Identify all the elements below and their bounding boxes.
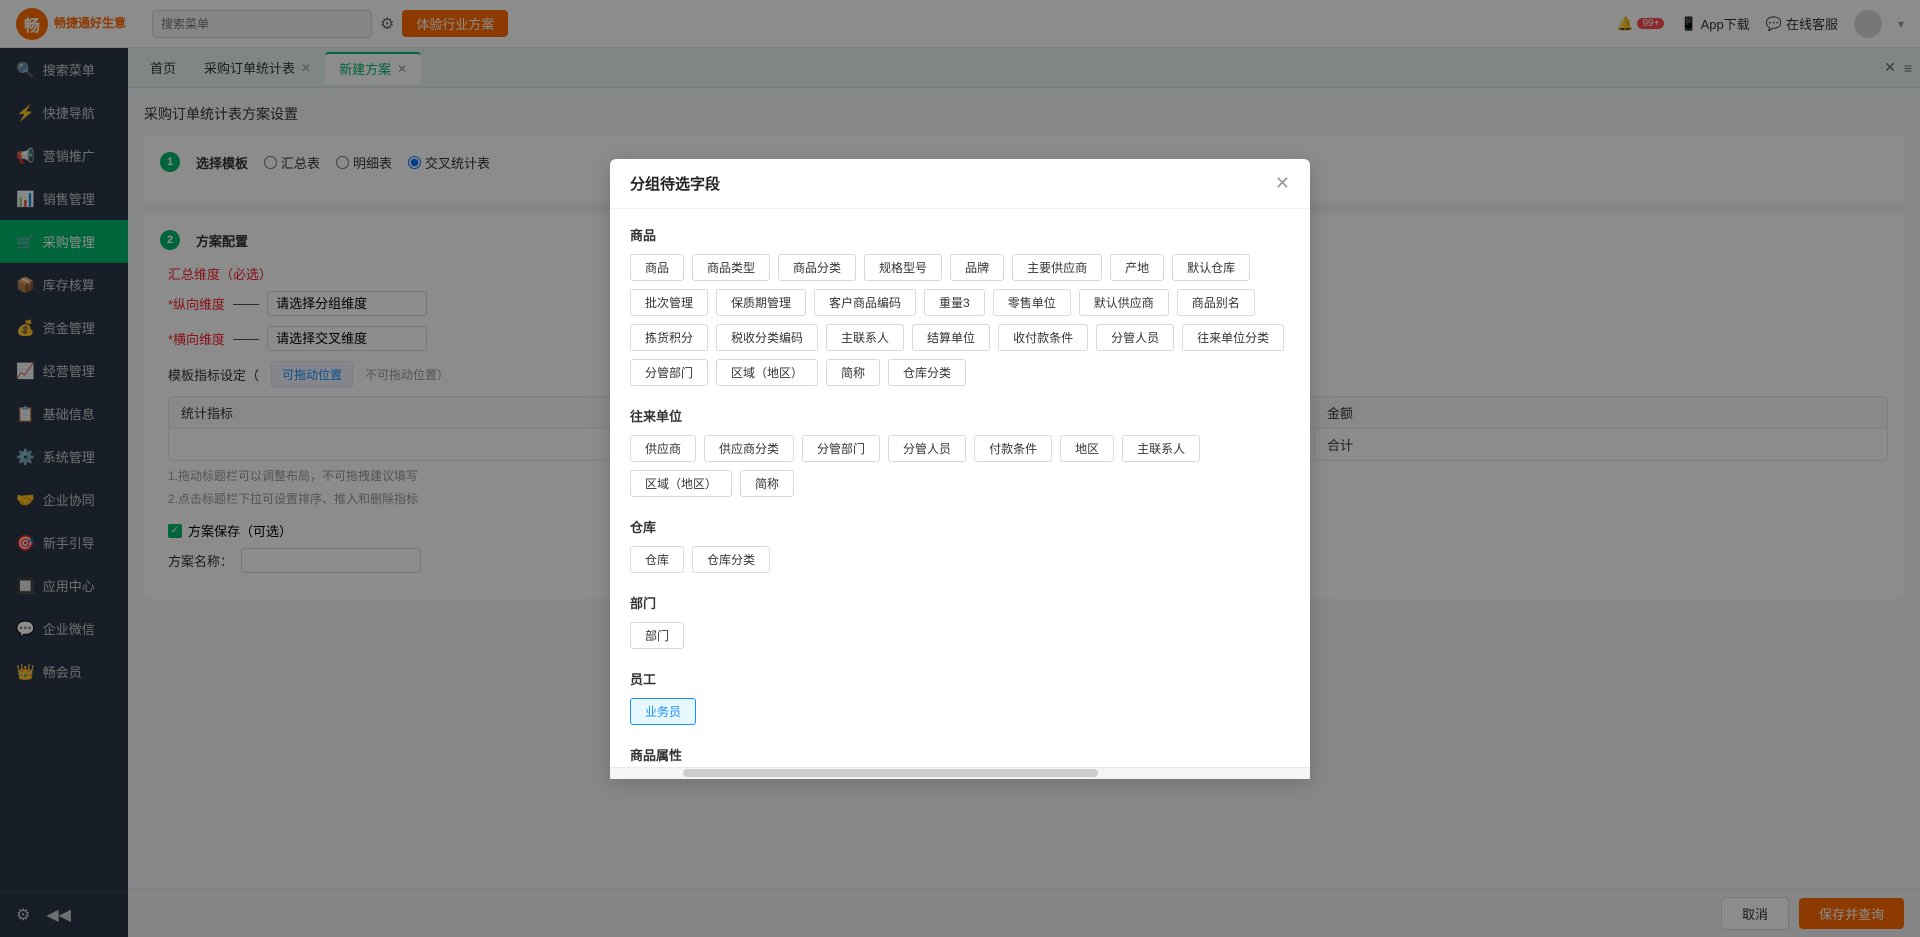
field-tag-0-1[interactable]: 商品类型 — [692, 254, 770, 281]
modal-body: 商品商品商品类型商品分类规格型号品牌主要供应商产地默认仓库批次管理保质期管理客户… — [610, 209, 1310, 767]
field-tag-0-17[interactable]: 主联系人 — [826, 324, 904, 351]
field-tag-0-21[interactable]: 往来单位分类 — [1182, 324, 1284, 351]
field-section-title-2: 仓库 — [630, 517, 1290, 536]
field-section-title-3: 部门 — [630, 593, 1290, 612]
field-section-4: 员工业务员 — [630, 669, 1290, 725]
field-section-2: 仓库仓库仓库分类 — [630, 517, 1290, 573]
field-tag-0-0[interactable]: 商品 — [630, 254, 684, 281]
field-tags-2: 仓库仓库分类 — [630, 546, 1290, 573]
field-tag-1-6[interactable]: 主联系人 — [1122, 435, 1200, 462]
field-tags-3: 部门 — [630, 622, 1290, 649]
field-tags-4: 业务员 — [630, 698, 1290, 725]
field-section-title-5: 商品属性 — [630, 745, 1290, 764]
field-section-title-0: 商品 — [630, 225, 1290, 244]
field-tag-4-0[interactable]: 业务员 — [630, 698, 696, 725]
field-tag-1-7[interactable]: 区域（地区） — [630, 470, 732, 497]
field-tag-1-3[interactable]: 分管人员 — [888, 435, 966, 462]
field-tags-1: 供应商供应商分类分管部门分管人员付款条件地区主联系人区域（地区） 简称 — [630, 435, 1290, 497]
field-tag-0-15[interactable]: 拣货积分 — [630, 324, 708, 351]
field-tag-0-7[interactable]: 默认仓库 — [1172, 254, 1250, 281]
field-tag-0-18[interactable]: 结算单位 — [912, 324, 990, 351]
field-tag-0-4[interactable]: 品牌 — [950, 254, 1004, 281]
field-section-title-1: 往来单位 — [630, 406, 1290, 425]
field-tag-2-0[interactable]: 仓库 — [630, 546, 684, 573]
field-section-1: 往来单位供应商供应商分类分管部门分管人员付款条件地区主联系人区域（地区） 简称 — [630, 406, 1290, 497]
field-tag-0-13[interactable]: 默认供应商 — [1079, 289, 1169, 316]
modal-hscroll[interactable] — [610, 767, 1310, 779]
field-tag-0-2[interactable]: 商品分类 — [778, 254, 856, 281]
field-section-title-4: 员工 — [630, 669, 1290, 688]
field-tag-1-1[interactable]: 供应商分类 — [704, 435, 794, 462]
field-tag-0-23[interactable]: 区域（地区） — [716, 359, 818, 386]
field-tags-0: 商品商品类型商品分类规格型号品牌主要供应商产地默认仓库批次管理保质期管理客户商品… — [630, 254, 1290, 386]
field-tag-0-25[interactable]: 仓库分类 — [888, 359, 966, 386]
modal-header: 分组待选字段 ✕ — [610, 159, 1310, 209]
field-section-5: 商品属性属性颜色多规格尺码鞋码1 — [630, 745, 1290, 767]
field-tag-0-11[interactable]: 重量3 — [924, 289, 985, 316]
field-tag-0-3[interactable]: 规格型号 — [864, 254, 942, 281]
modal-title: 分组待选字段 — [630, 173, 720, 194]
modal-close-button[interactable]: ✕ — [1275, 174, 1290, 192]
field-tag-0-24[interactable]: 简称 — [826, 359, 880, 386]
field-tag-0-10[interactable]: 客户商品编码 — [814, 289, 916, 316]
field-tag-0-12[interactable]: 零售单位 — [993, 289, 1071, 316]
field-tag-0-22[interactable]: 分管部门 — [630, 359, 708, 386]
field-tag-1-0[interactable]: 供应商 — [630, 435, 696, 462]
field-tag-1-5[interactable]: 地区 — [1060, 435, 1114, 462]
modal-hscroll-bar — [683, 769, 1098, 777]
field-tag-0-14[interactable]: 商品别名 — [1177, 289, 1255, 316]
field-tag-0-9[interactable]: 保质期管理 — [716, 289, 806, 316]
field-tag-2-1[interactable]: 仓库分类 — [692, 546, 770, 573]
field-tag-0-19[interactable]: 收付款条件 — [998, 324, 1088, 351]
field-tag-0-6[interactable]: 产地 — [1110, 254, 1164, 281]
field-tag-0-5[interactable]: 主要供应商 — [1012, 254, 1102, 281]
field-tag-0-16[interactable]: 税收分类编码 — [716, 324, 818, 351]
field-section-0: 商品商品商品类型商品分类规格型号品牌主要供应商产地默认仓库批次管理保质期管理客户… — [630, 225, 1290, 386]
field-tag-0-8[interactable]: 批次管理 — [630, 289, 708, 316]
field-tag-1-4[interactable]: 付款条件 — [974, 435, 1052, 462]
modal: 分组待选字段 ✕ 商品商品商品类型商品分类规格型号品牌主要供应商产地默认仓库批次… — [610, 159, 1310, 779]
field-tag-1-8[interactable]: 简称 — [740, 470, 794, 497]
modal-overlay: 分组待选字段 ✕ 商品商品商品类型商品分类规格型号品牌主要供应商产地默认仓库批次… — [0, 0, 1920, 937]
field-tag-0-20[interactable]: 分管人员 — [1096, 324, 1174, 351]
field-tag-3-0[interactable]: 部门 — [630, 622, 684, 649]
field-tag-1-2[interactable]: 分管部门 — [802, 435, 880, 462]
field-section-3: 部门部门 — [630, 593, 1290, 649]
